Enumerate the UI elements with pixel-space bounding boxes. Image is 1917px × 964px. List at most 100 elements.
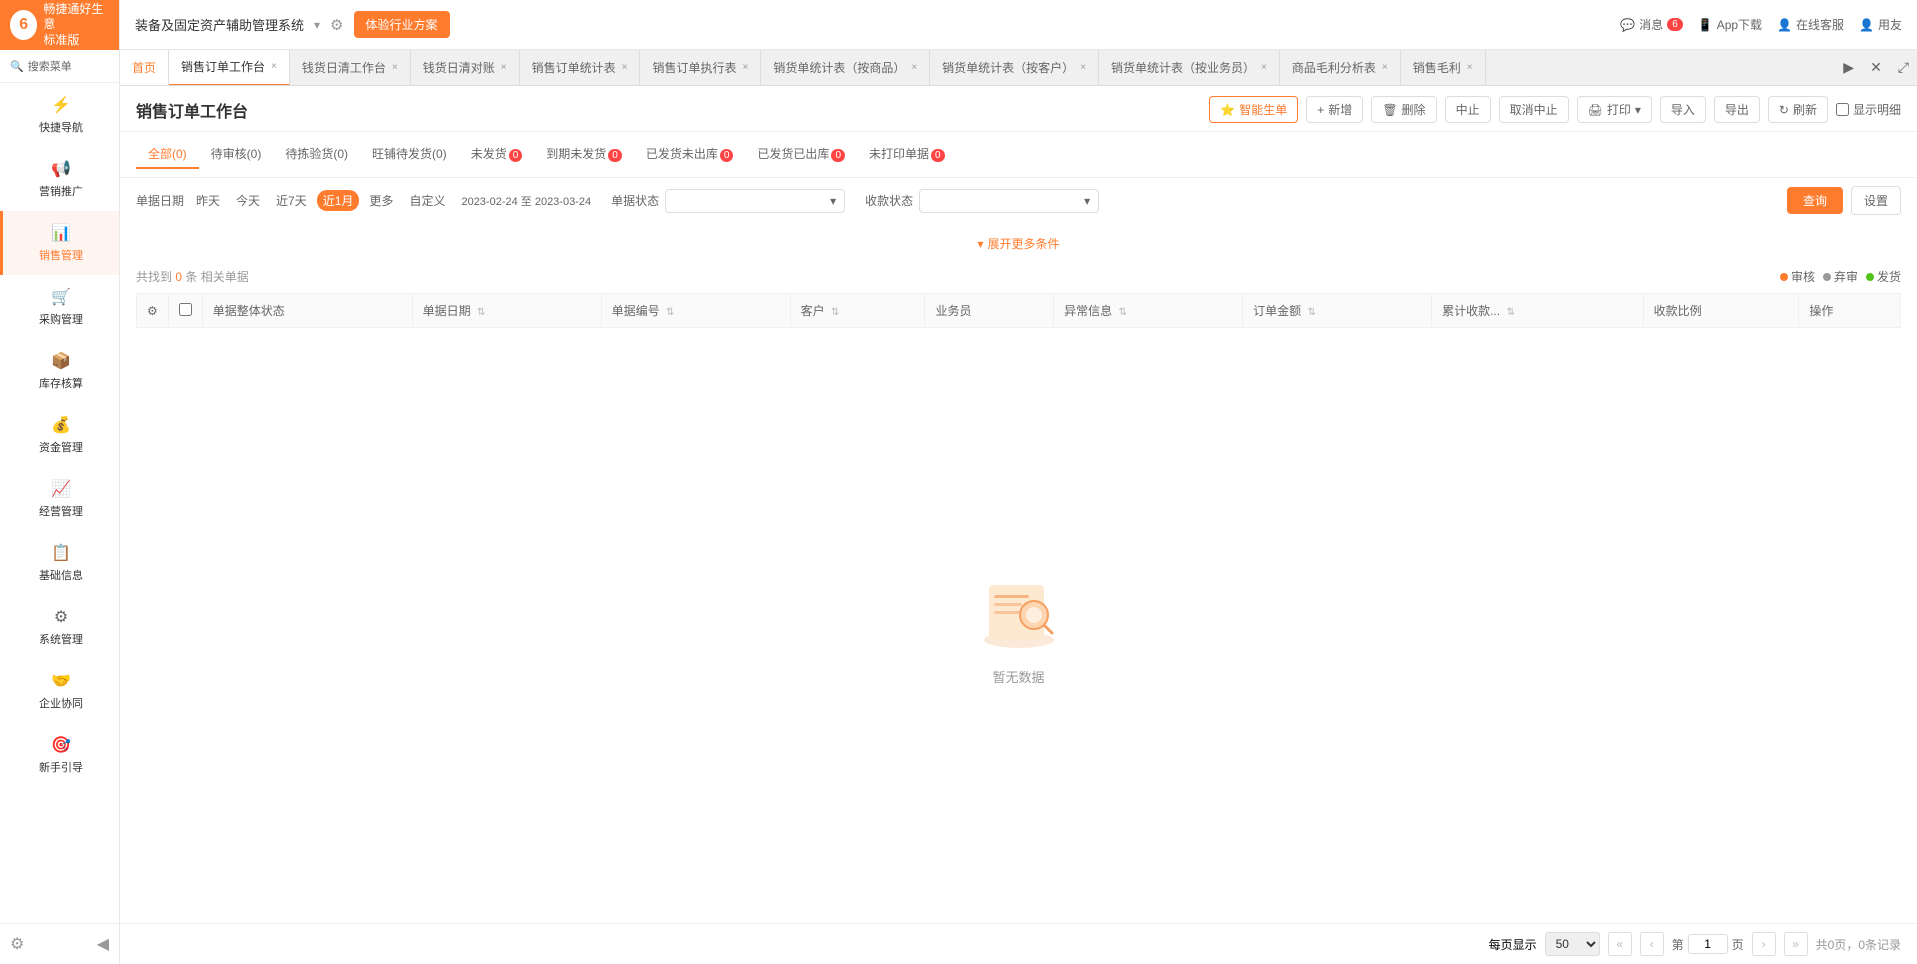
- tab-cash-clearing[interactable]: 钱货日清工作台×: [290, 50, 411, 86]
- tab-home[interactable]: 首页: [120, 50, 169, 86]
- date-btn-昨天[interactable]: 昨天: [190, 190, 226, 211]
- tab-product-margin[interactable]: 商品毛利分析表×: [1280, 50, 1401, 86]
- tab-close-product-margin[interactable]: ×: [1382, 62, 1388, 73]
- sidebar-item-guide[interactable]: 🎯新手引导: [0, 723, 119, 787]
- tab-close-cash-clearing[interactable]: ×: [392, 62, 398, 73]
- date-btn-自定义[interactable]: 自定义: [403, 190, 451, 211]
- sub-tab-overdue-not-shipped[interactable]: 到期未发货0: [534, 140, 634, 169]
- date-btn-今天[interactable]: 今天: [230, 190, 266, 211]
- th-number[interactable]: 单据编号 ⇅: [601, 294, 790, 328]
- table-action-ship[interactable]: 发货: [1866, 268, 1901, 285]
- sort-icon4: ⇅: [1118, 307, 1126, 318]
- setting-button[interactable]: 设置: [1851, 186, 1901, 215]
- sub-tab-all[interactable]: 全部(0): [136, 140, 199, 169]
- sidebar-item-finance[interactable]: 💰资金管理: [0, 403, 119, 467]
- tab-sales-sum-customer[interactable]: 销货单统计表（按客户）×: [930, 50, 1099, 86]
- sidebar-item-system[interactable]: ⚙系统管理: [0, 595, 119, 659]
- tab-sales-workbench[interactable]: 销售订单工作台×: [169, 50, 290, 86]
- th-collected[interactable]: 累计收款... ⇅: [1432, 294, 1644, 328]
- payment-select[interactable]: ▾: [919, 189, 1099, 213]
- stop-button[interactable]: 中止: [1445, 96, 1491, 123]
- sidebar-item-marketing[interactable]: 📢营销推广: [0, 147, 119, 211]
- app-download-button[interactable]: 📱 App下载: [1698, 16, 1762, 33]
- export-button[interactable]: 导出: [1714, 96, 1760, 123]
- sidebar-label-marketing: 营销推广: [39, 183, 83, 199]
- tab-close-sales-workbench[interactable]: ×: [271, 61, 277, 72]
- date-btn-近1月[interactable]: 近1月: [317, 190, 360, 211]
- add-button[interactable]: + 新增: [1306, 96, 1363, 123]
- sub-tab-not-shipped[interactable]: 未发货0: [459, 140, 535, 169]
- first-page-button[interactable]: «: [1608, 932, 1632, 956]
- refresh-button[interactable]: ↻ 刷新: [1768, 96, 1828, 123]
- tab-close-all-button[interactable]: ✕: [1862, 59, 1890, 76]
- th-amount[interactable]: 订单金额 ⇅: [1243, 294, 1432, 328]
- delete-button[interactable]: 🗑 删除: [1371, 96, 1436, 123]
- sub-tab-pending-review[interactable]: 待审核(0): [199, 140, 274, 169]
- tab-close-sales-sum-staff[interactable]: ×: [1261, 62, 1267, 73]
- sub-tab-label-all: 全部(0): [148, 147, 187, 161]
- prev-page-button[interactable]: ‹: [1640, 932, 1664, 956]
- collapse-icon[interactable]: ◀: [97, 934, 109, 954]
- industry-solution-button[interactable]: 体验行业方案: [354, 11, 450, 38]
- th-staff[interactable]: 业务员: [925, 294, 1054, 328]
- sidebar-item-enterprise[interactable]: 🤝企业协同: [0, 659, 119, 723]
- page-input[interactable]: [1688, 934, 1728, 954]
- tab-sales-stat[interactable]: 销售订单统计表×: [520, 50, 641, 86]
- th-date[interactable]: 单据日期 ⇅: [412, 294, 601, 328]
- sub-tab-label-shipped-stored: 已发货已出库: [757, 147, 829, 161]
- date-btn-近7天[interactable]: 近7天: [270, 190, 313, 211]
- sub-tab-shipped-stored[interactable]: 已发货已出库0: [745, 140, 857, 169]
- sidebar-item-quick-nav[interactable]: ⚡快捷导航: [0, 83, 119, 147]
- user-menu[interactable]: 👤 用友: [1859, 16, 1902, 33]
- cancel-stop-button[interactable]: 取消中止: [1499, 96, 1569, 123]
- last-page-button[interactable]: »: [1784, 932, 1808, 956]
- smart-create-button[interactable]: ⭐ 智能生单: [1209, 96, 1298, 123]
- sidebar-item-purchase[interactable]: 🛒采购管理: [0, 275, 119, 339]
- per-page-select[interactable]: 50 100 200: [1545, 932, 1600, 956]
- sub-tab-pending-inspect[interactable]: 待拣验货(0): [273, 140, 360, 169]
- query-button[interactable]: 查询: [1787, 187, 1843, 214]
- show-detail-checkbox[interactable]: 显示明细: [1836, 101, 1901, 118]
- sales-icon: 📊: [51, 223, 71, 243]
- th-customer[interactable]: 客户 ⇅: [790, 294, 925, 328]
- tab-close-sales-exec[interactable]: ×: [742, 62, 748, 73]
- sidebar-item-basic-info[interactable]: 📋基础信息: [0, 531, 119, 595]
- settings-icon[interactable]: ⚙: [10, 934, 24, 954]
- sidebar-label-sales: 销售管理: [39, 247, 83, 263]
- sub-tab-wangpu-ship[interactable]: 旺铺待发货(0): [360, 140, 459, 169]
- online-service-button[interactable]: 👤 在线客服: [1777, 16, 1844, 33]
- table-action-unaudit[interactable]: 弃审: [1823, 268, 1858, 285]
- sidebar-item-inventory[interactable]: 📦库存核算: [0, 339, 119, 403]
- sidebar-item-operations[interactable]: 📈经营管理: [0, 467, 119, 531]
- tabs-more-button[interactable]: ▶: [1835, 59, 1862, 76]
- tab-close-cash-reconcile[interactable]: ×: [501, 62, 507, 73]
- tab-close-sales-stat[interactable]: ×: [622, 62, 628, 73]
- expand-filter-button[interactable]: ▾ 展开更多条件: [977, 235, 1059, 252]
- sub-tab-shipped-not-stored[interactable]: 已发货未出库0: [634, 140, 746, 169]
- sidebar-search[interactable]: 🔍 搜索菜单: [0, 50, 119, 83]
- sidebar-label-quick-nav: 快捷导航: [39, 119, 83, 135]
- tab-sales-sum-staff[interactable]: 销货单统计表（按业务员）×: [1099, 50, 1280, 86]
- print-button[interactable]: 🖨 打印 ▾: [1577, 96, 1652, 123]
- status-select[interactable]: ▾: [665, 189, 845, 213]
- tab-close-sales-sum-customer[interactable]: ×: [1080, 62, 1086, 73]
- sidebar-item-sales[interactable]: 📊 销售管理: [0, 211, 119, 275]
- tab-close-sales-sum-product[interactable]: ×: [911, 62, 917, 73]
- topbar-gear-icon[interactable]: ⚙: [330, 16, 343, 34]
- sub-tab-not-printed[interactable]: 未打印单据0: [857, 140, 957, 169]
- tab-close-sales-profit[interactable]: ×: [1467, 62, 1473, 73]
- next-page-button[interactable]: ›: [1752, 932, 1776, 956]
- import-button[interactable]: 导入: [1660, 96, 1706, 123]
- tab-maximize-button[interactable]: ⤢: [1890, 59, 1917, 76]
- tab-sales-sum-product[interactable]: 销货单统计表（按商品）×: [761, 50, 930, 86]
- messages-button[interactable]: 💬 消息 6: [1620, 16, 1683, 33]
- tab-sales-profit[interactable]: 销售毛利×: [1401, 50, 1486, 86]
- tab-cash-reconcile[interactable]: 钱货日清对账×: [411, 50, 520, 86]
- table-action-review[interactable]: 审核: [1780, 268, 1815, 285]
- chevron-down-icon: ▾: [830, 194, 836, 208]
- tab-sales-exec[interactable]: 销售订单执行表×: [640, 50, 761, 86]
- th-checkbox[interactable]: [168, 294, 202, 328]
- th-abnormal[interactable]: 异常信息 ⇅: [1054, 294, 1243, 328]
- date-btn-更多[interactable]: 更多: [363, 190, 399, 211]
- topbar-dropdown-icon[interactable]: ▾: [314, 18, 320, 32]
